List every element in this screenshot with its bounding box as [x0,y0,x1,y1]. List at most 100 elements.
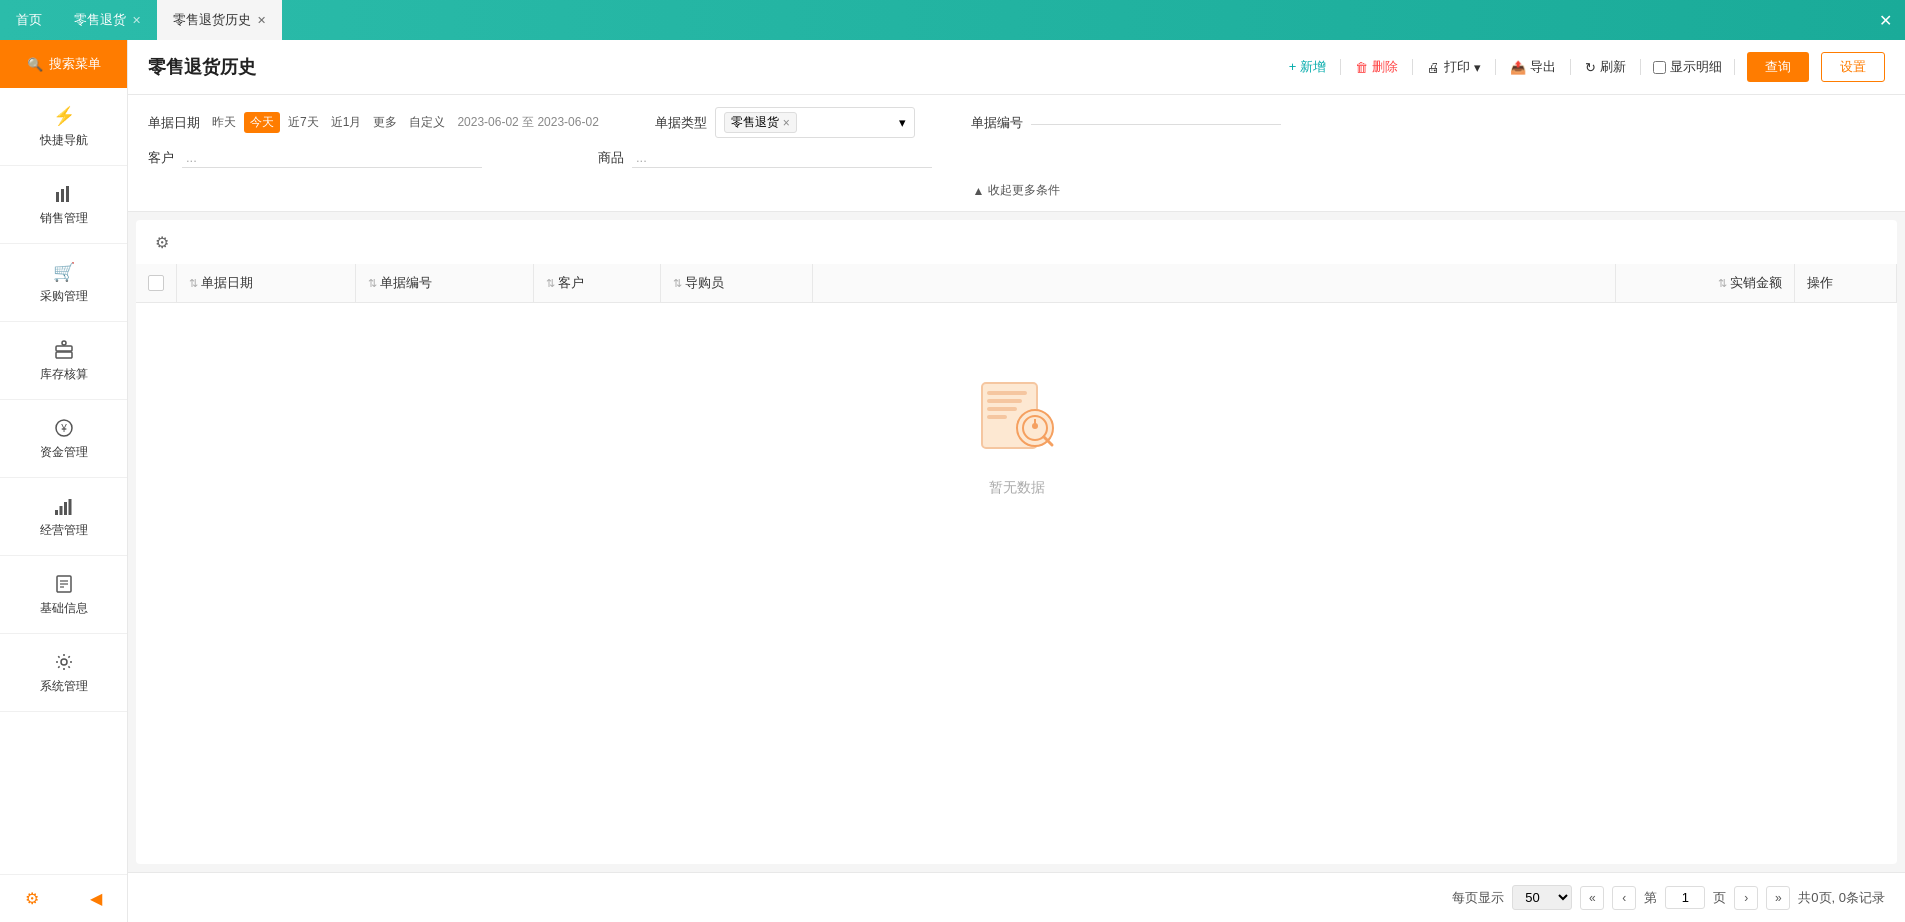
sidebar-item-system[interactable]: 系统管理 [0,634,127,712]
page-header: 零售退货历史 + 新增 🗑 删除 🖨 打印 ▾ 📤 导出 [128,40,1905,95]
svg-point-17 [61,659,67,665]
customer-label: 客户 [148,149,174,167]
doc-type-select[interactable]: 零售退货 × ▾ [715,107,915,138]
svg-rect-1 [61,189,64,202]
tab-home[interactable]: 首页 [0,0,58,40]
sidebar: 🔍 搜索菜单 ⚡ 快捷导航 销售管理 🛒 采购管理 库存核算 ¥ [0,40,128,922]
sidebar-item-sales-mgmt[interactable]: 销售管理 [0,166,127,244]
basic-info-icon [52,572,76,596]
customer-filter: 客户 ... [148,148,482,168]
pagination: 每页显示 50 20 100 « ‹ 第 页 › » 共0页, 0条记录 [128,872,1905,922]
goods-filter: 商品 ... [598,148,932,168]
empty-icon [967,363,1067,463]
col-guide[interactable]: 导购员 [660,264,813,303]
refresh-button[interactable]: ↻ 刷新 [1583,54,1628,80]
settings-bottom-icon[interactable]: ⚙ [25,889,39,908]
svg-rect-12 [68,499,71,515]
page-first-button[interactable]: « [1580,886,1604,910]
tab-retail-return-history-label: 零售退货历史 [173,11,251,29]
date-btn-today[interactable]: 今天 [244,112,280,133]
show-detail-check[interactable] [1653,61,1666,74]
doc-type-dropdown-icon: ▾ [899,115,906,130]
date-buttons: 昨天 今天 近7天 近1月 更多 自定义 [208,112,449,133]
customer-input[interactable]: ... [182,148,482,168]
sidebar-item-purchase-label: 采购管理 [40,288,88,305]
operations-icon [52,494,76,518]
export-button[interactable]: 📤 导出 [1508,54,1558,80]
table-area: ⚙ 单据日期 单据编号 客户 导购员 实销 [136,220,1897,864]
col-amount[interactable]: 实销金额 [1615,264,1794,303]
top-bar: 首页 零售退货 ✕ 零售退货历史 ✕ ✕ [0,0,1905,40]
content-area: 零售退货历史 + 新增 🗑 删除 🖨 打印 ▾ 📤 导出 [128,40,1905,922]
doc-no-label: 单据编号 [971,114,1023,132]
system-icon [52,650,76,674]
print-icon: 🖨 [1427,60,1440,75]
sidebar-item-basic-info[interactable]: 基础信息 [0,556,127,634]
svg-rect-11 [64,502,67,515]
sidebar-item-quick-nav[interactable]: ⚡ 快捷导航 [0,88,127,166]
page-size-select[interactable]: 50 20 100 [1512,885,1572,910]
page-last-button[interactable]: » [1766,886,1790,910]
col-date[interactable]: 单据日期 [177,264,356,303]
tab-retail-return-close[interactable]: ✕ [132,14,141,27]
tab-retail-return-history[interactable]: 零售退货历史 ✕ [157,0,282,40]
tab-retail-return-history-close[interactable]: ✕ [257,14,266,27]
divider-5 [1640,59,1641,75]
window-close-button[interactable]: ✕ [1865,0,1905,40]
export-label: 导出 [1530,58,1556,76]
new-button[interactable]: + 新增 [1287,54,1328,80]
collapse-row: ▲ 收起更多条件 [148,178,1885,199]
page-label: 第 [1644,889,1657,907]
filter-row-2: 客户 ... 商品 ... [148,148,1885,168]
divider-6 [1734,59,1735,75]
delete-button[interactable]: 🗑 删除 [1353,54,1400,80]
table-settings-button[interactable]: ⚙ [148,228,176,256]
tab-retail-return[interactable]: 零售退货 ✕ [58,0,157,40]
divider-2 [1412,59,1413,75]
svg-text:¥: ¥ [60,423,67,434]
sidebar-search[interactable]: 🔍 搜索菜单 [0,40,127,88]
query-button[interactable]: 查询 [1747,52,1809,82]
goods-input[interactable]: ... [632,148,932,168]
date-btn-1month[interactable]: 近1月 [327,112,366,133]
sidebar-item-basic-info-label: 基础信息 [40,600,88,617]
goods-label: 商品 [598,149,624,167]
table-scroll[interactable]: 单据日期 单据编号 客户 导购员 实销金额 操作 [136,264,1897,864]
sidebar-item-inventory[interactable]: 库存核算 [0,322,127,400]
total-info: 共0页, 0条记录 [1798,889,1885,907]
customer-placeholder: ... [186,150,197,165]
purchase-icon: 🛒 [52,260,76,284]
divider-4 [1570,59,1571,75]
collapse-label: 收起更多条件 [988,182,1060,199]
col-doc-no[interactable]: 单据编号 [355,264,534,303]
filter-area: 单据日期 昨天 今天 近7天 近1月 更多 自定义 2023-06-02 至 2… [128,95,1905,212]
print-dropdown-icon: ▾ [1474,60,1481,75]
svg-rect-22 [987,415,1007,419]
sidebar-item-operations[interactable]: 经营管理 [0,478,127,556]
settings-button[interactable]: 设置 [1821,52,1885,82]
page-prev-button[interactable]: ‹ [1612,886,1636,910]
data-table: 单据日期 单据编号 客户 导购员 实销金额 操作 [136,264,1897,303]
date-btn-more[interactable]: 更多 [369,112,401,133]
page-size-label: 每页显示 [1452,889,1504,907]
date-btn-7days[interactable]: 近7天 [284,112,323,133]
page-number-input[interactable] [1665,886,1705,909]
empty-state: 暂无数据 [136,303,1897,557]
sidebar-item-finance[interactable]: ¥ 资金管理 [0,400,127,478]
collapse-button[interactable]: ▲ 收起更多条件 [973,182,1061,199]
doc-type-tag-remove[interactable]: × [783,116,790,130]
col-customer[interactable]: 客户 [534,264,661,303]
tab-retail-return-label: 零售退货 [74,11,126,29]
print-button[interactable]: 🖨 打印 ▾ [1425,54,1483,80]
col-spacer [813,264,1616,303]
date-btn-custom[interactable]: 自定义 [405,112,449,133]
collapse-sidebar-icon[interactable]: ◀ [90,889,102,908]
date-range-display[interactable]: 2023-06-02 至 2023-06-02 [457,114,598,131]
page-next-button[interactable]: › [1734,886,1758,910]
sidebar-item-purchase-mgmt[interactable]: 🛒 采购管理 [0,244,127,322]
select-all-checkbox[interactable] [148,275,164,291]
show-detail-checkbox[interactable]: 显示明细 [1653,58,1722,76]
table-checkbox-col [136,264,177,303]
doc-no-input[interactable] [1031,120,1281,125]
date-btn-yesterday[interactable]: 昨天 [208,112,240,133]
